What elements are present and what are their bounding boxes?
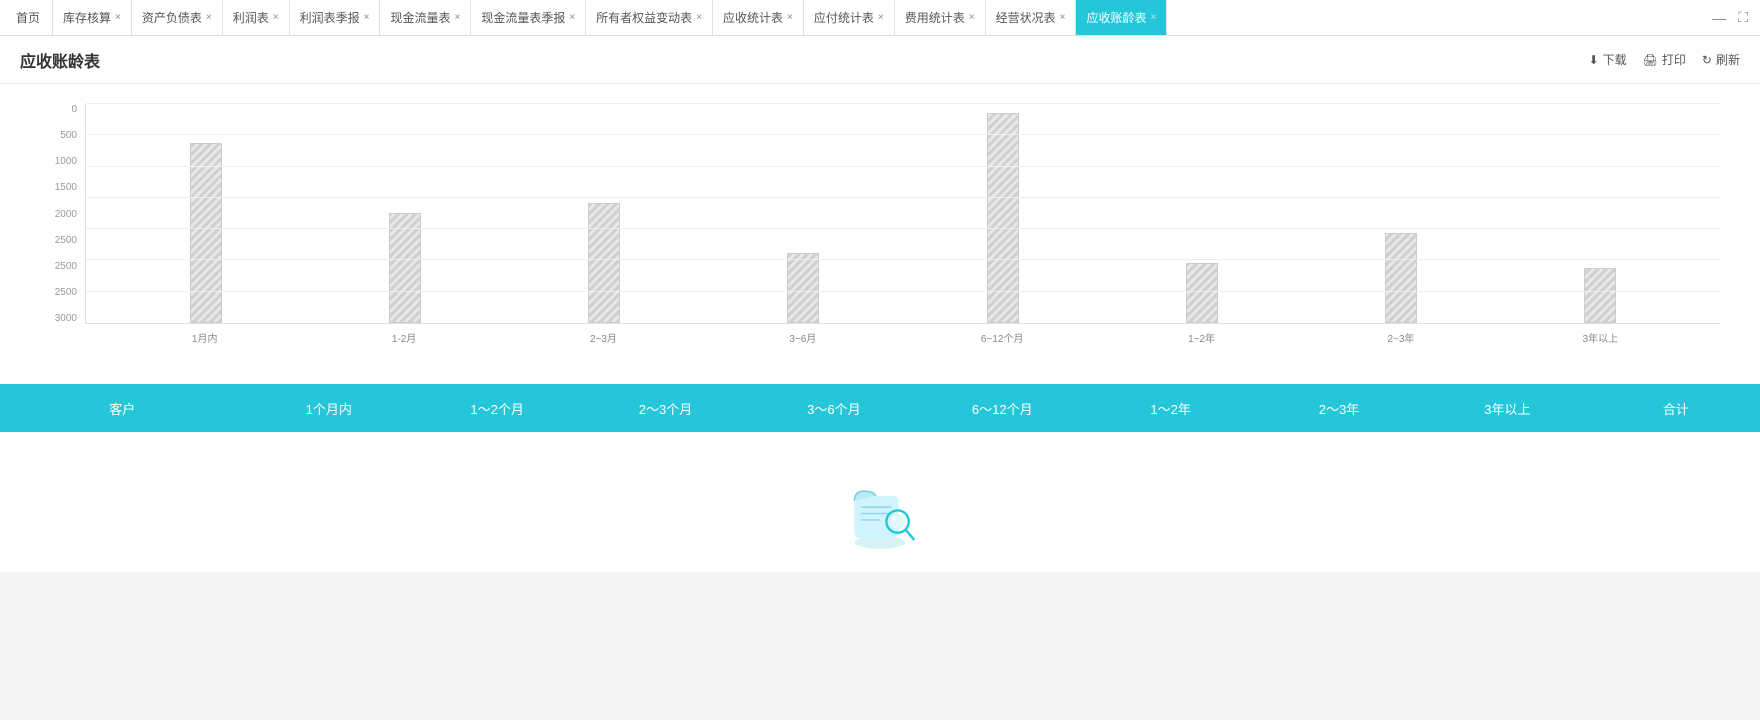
tab-bar-actions: — ⛶ [1708,5,1756,30]
grid-line [86,197,1720,198]
th-1to2y: 1～2年 [1086,399,1254,418]
page-title: 应收账龄表 [20,48,100,72]
th-2to3m: 2～3个月 [581,399,749,418]
close-icon[interactable]: × [364,12,370,23]
download-button[interactable]: ⬇ 下载 [1589,51,1627,68]
tab-expense-stats[interactable]: 费用统计表 × [895,0,986,36]
tab-cashflow-quarterly[interactable]: 现金流量表季报 × [471,0,586,36]
tab-inventory[interactable]: 库存核算 × [53,0,132,36]
refresh-icon: ↻ [1702,53,1712,67]
bar-over3y [1584,268,1616,323]
tab-profit-quarterly[interactable]: 利润表季报 × [290,0,381,36]
y-axis: 3000 2500 2500 2500 2000 1500 1000 500 0 [40,104,85,324]
bar-1to2y [1186,263,1218,323]
x-label-6to12m: 6~12个月 [977,330,1027,345]
x-label-1m: 1月内 [180,330,230,345]
empty-state [0,432,1760,572]
tab-operations[interactable]: 经营状况表 × [986,0,1077,36]
bar-2to3m [588,203,620,323]
main-content: 3000 2500 2500 2500 2000 1500 1000 500 0 [0,84,1760,572]
tab-ar-aging[interactable]: 应收账龄表 × [1076,0,1167,36]
close-icon[interactable]: × [878,12,884,23]
x-label-over3y: 3年以上 [1575,330,1625,345]
th-6to12m: 6～12个月 [918,399,1086,418]
x-label-3to6m: 3~6月 [778,330,828,345]
th-2to3y: 2～3年 [1255,399,1423,418]
print-button[interactable]: 🖨 打印 [1643,51,1686,68]
tab-ap-stats[interactable]: 应付统计表 × [804,0,895,36]
tab-home[interactable]: 首页 [4,0,53,36]
th-within1m: 1个月内 [245,399,413,418]
grid-line [86,291,1720,292]
grid-line [86,134,1720,135]
grid-line [86,228,1720,229]
close-icon[interactable]: × [787,12,793,23]
empty-illustration [830,472,930,552]
bar-group [787,253,819,323]
refresh-button[interactable]: ↻ 刷新 [1702,51,1740,68]
x-label-2to3m: 2~3月 [578,330,628,345]
close-icon[interactable]: × [1150,12,1156,23]
th-1to2m: 1～2个月 [413,399,581,418]
minimize-button[interactable]: — [1708,6,1730,30]
close-icon[interactable]: × [115,12,121,23]
th-customer: 客户 [0,399,245,418]
x-label-1to2m: 1-2月 [379,330,429,345]
x-label-2to3y: 2~3年 [1376,330,1426,345]
th-over3y: 3年以上 [1423,399,1591,418]
maximize-button[interactable]: ⛶ [1734,5,1752,30]
bar-group [588,203,620,323]
close-icon[interactable]: × [273,12,279,23]
bar-3to6m [787,253,819,323]
tab-balance-sheet[interactable]: 资产负债表 × [132,0,223,36]
grid-line [86,103,1720,104]
close-icon[interactable]: × [1060,12,1066,23]
grid-line [86,259,1720,260]
bar-1to2m [389,213,421,323]
chart-area: 3000 2500 2500 2500 2000 1500 1000 500 0 [0,84,1760,384]
bar-group [1584,268,1616,323]
bar-2to3y [1385,233,1417,323]
x-label-1to2y: 1~2年 [1177,330,1227,345]
print-icon: 🖨 [1643,53,1658,67]
x-axis: 1月内 1-2月 2~3月 3~6月 6~12个月 1~2年 2~3年 3年以上 [40,324,1720,345]
chart-inner: 3000 2500 2500 2500 2000 1500 1000 500 0 [40,104,1720,324]
tab-ar-stats[interactable]: 应收统计表 × [713,0,804,36]
tab-profit[interactable]: 利润表 × [223,0,290,36]
chart-plot [85,104,1720,324]
header-actions: ⬇ 下载 🖨 打印 ↻ 刷新 [1589,51,1740,68]
bar-group [1186,263,1218,323]
bar-chart: 3000 2500 2500 2500 2000 1500 1000 500 0 [40,104,1720,364]
bar-group [1385,233,1417,323]
th-3to6m: 3～6个月 [750,399,918,418]
tab-bar: 首页 库存核算 × 资产负债表 × 利润表 × 利润表季报 × 现金流量表 × … [0,0,1760,36]
close-icon[interactable]: × [454,12,460,23]
grid-line [86,166,1720,167]
tab-cashflow[interactable]: 现金流量表 × [380,0,471,36]
table-header: 客户 1个月内 1～2个月 2～3个月 3～6个月 6～12个月 1～2年 2～… [0,384,1760,432]
bar-within1m [190,143,222,323]
close-icon[interactable]: × [206,12,212,23]
close-icon[interactable]: × [696,12,702,23]
th-total: 合计 [1592,399,1760,418]
page-header: 应收账龄表 ⬇ 下载 🖨 打印 ↻ 刷新 [0,36,1760,84]
download-icon: ⬇ [1589,53,1599,67]
bar-group [389,213,421,323]
bar-group [190,143,222,323]
tab-equity[interactable]: 所有者权益变动表 × [586,0,713,36]
close-icon[interactable]: × [969,12,975,23]
close-icon[interactable]: × [569,12,575,23]
